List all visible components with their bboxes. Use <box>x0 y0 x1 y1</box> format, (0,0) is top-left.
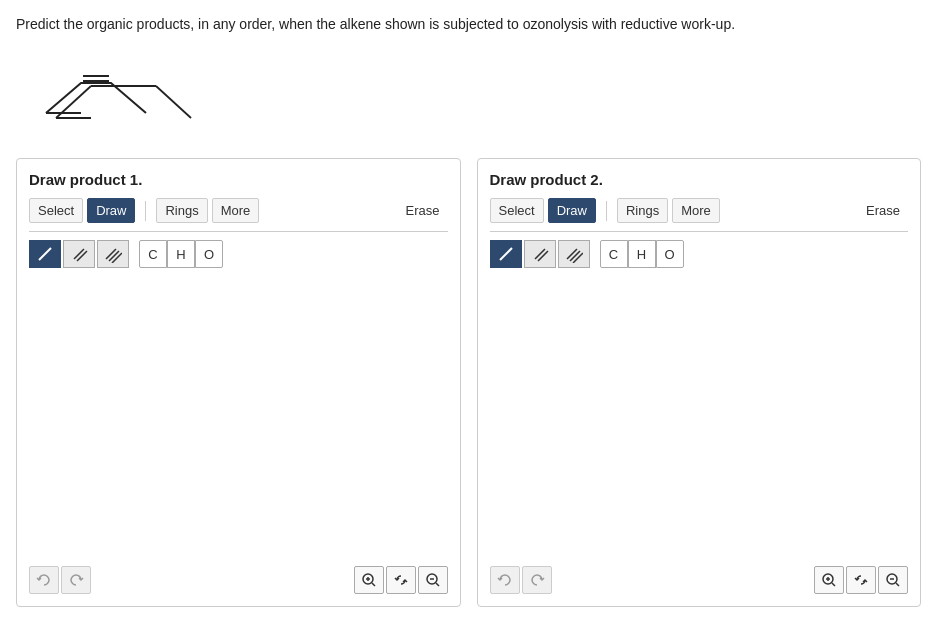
panel1-draw-button[interactable]: Draw <box>87 198 135 223</box>
panel2-toolbar: Select Draw Rings More Erase <box>490 198 909 232</box>
panel1-select-button[interactable]: Select <box>29 198 83 223</box>
svg-line-5 <box>156 86 191 118</box>
panel1-bond-tools: C H O <box>29 240 448 268</box>
panel1-bottom-toolbar <box>29 566 448 594</box>
svg-line-10 <box>106 249 116 259</box>
svg-line-9 <box>77 251 87 261</box>
panel1-hydrogen-button[interactable]: H <box>167 240 195 268</box>
svg-line-20 <box>500 248 512 260</box>
question-text: Predict the organic products, in any ord… <box>16 16 921 32</box>
panel1-redo-button[interactable] <box>61 566 91 594</box>
molecule-diagram <box>16 48 921 138</box>
svg-line-24 <box>570 251 580 261</box>
svg-line-11 <box>109 251 119 261</box>
panel1-toolbar-separator <box>145 201 146 221</box>
panel1-atom-group: C H O <box>139 240 223 268</box>
panel1-triple-bond-button[interactable] <box>97 240 129 268</box>
panel2-atom-group: C H O <box>600 240 684 268</box>
panel2-undo-button[interactable] <box>490 566 520 594</box>
panel2-title: Draw product 2. <box>490 171 909 188</box>
svg-line-23 <box>567 249 577 259</box>
svg-line-8 <box>74 249 84 259</box>
panel2-zoom-controls <box>814 566 908 594</box>
panel2-drawing-area[interactable] <box>490 276 909 556</box>
panel2-redo-button[interactable] <box>522 566 552 594</box>
panel1-zoom-in-button[interactable] <box>354 566 384 594</box>
svg-line-21 <box>535 249 545 259</box>
panel1-single-bond-button[interactable] <box>29 240 61 268</box>
panel2-draw-button[interactable]: Draw <box>548 198 596 223</box>
panel1-carbon-button[interactable]: C <box>139 240 167 268</box>
panel1-undo-redo <box>29 566 91 594</box>
panel1-erase-button[interactable]: Erase <box>398 199 448 222</box>
panel1-undo-button[interactable] <box>29 566 59 594</box>
svg-line-19 <box>436 583 439 586</box>
panel2-undo-redo <box>490 566 552 594</box>
panel1-toolbar: Select Draw Rings More Erase <box>29 198 448 232</box>
svg-line-29 <box>832 583 835 586</box>
panel2-hydrogen-button[interactable]: H <box>628 240 656 268</box>
panel2-bottom-toolbar <box>490 566 909 594</box>
panel2-bond-tools: C H O <box>490 240 909 268</box>
panel1-drawing-area[interactable] <box>29 276 448 556</box>
panel1-zoom-out-button[interactable] <box>418 566 448 594</box>
draw-panel-1: Draw product 1. Select Draw Rings More E… <box>16 158 461 607</box>
svg-line-7 <box>39 248 51 260</box>
panel2-single-bond-button[interactable] <box>490 240 522 268</box>
panel2-carbon-button[interactable]: C <box>600 240 628 268</box>
panel2-rings-button[interactable]: Rings <box>617 198 668 223</box>
svg-line-25 <box>573 253 583 263</box>
panel2-erase-button[interactable]: Erase <box>858 199 908 222</box>
panel2-triple-bond-button[interactable] <box>558 240 590 268</box>
panel2-oxygen-button[interactable]: O <box>656 240 684 268</box>
svg-line-16 <box>372 583 375 586</box>
panel2-more-button[interactable]: More <box>672 198 720 223</box>
panel1-more-button[interactable]: More <box>212 198 260 223</box>
panels-container: Draw product 1. Select Draw Rings More E… <box>16 158 921 607</box>
panel2-zoom-out-button[interactable] <box>878 566 908 594</box>
panel2-zoom-in-button[interactable] <box>814 566 844 594</box>
panel2-select-button[interactable]: Select <box>490 198 544 223</box>
svg-line-12 <box>112 253 122 263</box>
panel1-title: Draw product 1. <box>29 171 448 188</box>
panel2-toolbar-separator <box>606 201 607 221</box>
svg-line-32 <box>896 583 899 586</box>
svg-line-22 <box>538 251 548 261</box>
draw-panel-2: Draw product 2. Select Draw Rings More E… <box>477 158 922 607</box>
panel1-zoom-reset-button[interactable] <box>386 566 416 594</box>
panel1-zoom-controls <box>354 566 448 594</box>
panel1-rings-button[interactable]: Rings <box>156 198 207 223</box>
panel2-zoom-reset-button[interactable] <box>846 566 876 594</box>
panel1-oxygen-button[interactable]: O <box>195 240 223 268</box>
panel1-double-bond-button[interactable] <box>63 240 95 268</box>
panel2-double-bond-button[interactable] <box>524 240 556 268</box>
